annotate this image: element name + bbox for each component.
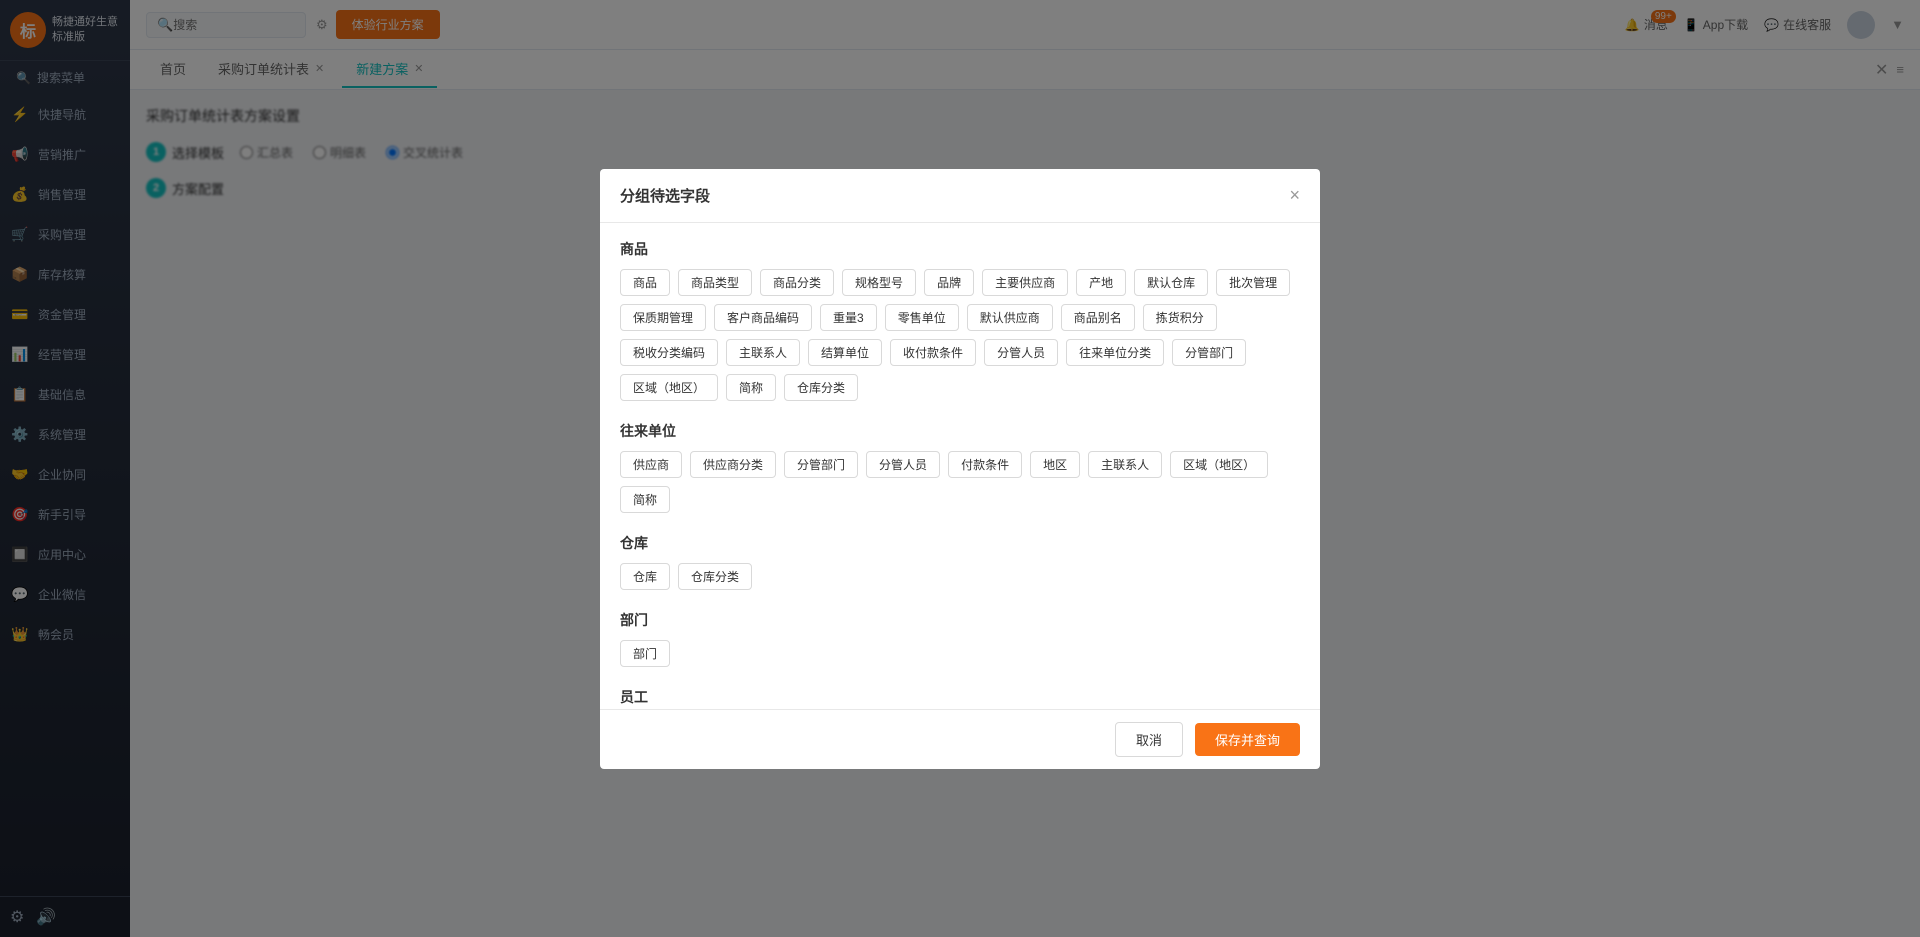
modal-header: 分组待选字段 × (600, 169, 1320, 223)
field-tag-品牌[interactable]: 品牌 (924, 269, 974, 296)
section-title-department: 部门 (620, 610, 1300, 630)
field-tag-供应商分类[interactable]: 供应商分类 (690, 451, 776, 478)
save-query-button[interactable]: 保存并查询 (1195, 723, 1300, 756)
section-employee: 员工业务员 (620, 687, 1300, 709)
field-tag-供应商[interactable]: 供应商 (620, 451, 682, 478)
field-tag-仓库分类[interactable]: 仓库分类 (784, 374, 858, 401)
field-tag-重量3[interactable]: 重量3 (820, 304, 877, 331)
section-warehouse: 仓库仓库仓库分类 (620, 533, 1300, 590)
field-tag-仓库分类[interactable]: 仓库分类 (678, 563, 752, 590)
field-tag-简称[interactable]: 简称 (620, 486, 670, 513)
section-title-goods: 商品 (620, 239, 1300, 259)
field-tag-商品[interactable]: 商品 (620, 269, 670, 296)
cancel-button[interactable]: 取消 (1115, 722, 1183, 757)
section-partner: 往来单位供应商供应商分类分管部门分管人员付款条件地区主联系人区域（地区） 简称 (620, 421, 1300, 513)
field-tag-简称[interactable]: 简称 (726, 374, 776, 401)
field-tag-商品类型[interactable]: 商品类型 (678, 269, 752, 296)
field-tag-区域（地区）[interactable]: 区域（地区） (1170, 451, 1268, 478)
modal-close-button[interactable]: × (1289, 185, 1300, 206)
field-tag-商品别名[interactable]: 商品别名 (1061, 304, 1135, 331)
section-department: 部门部门 (620, 610, 1300, 667)
field-tag-主联系人[interactable]: 主联系人 (726, 339, 800, 366)
section-title-warehouse: 仓库 (620, 533, 1300, 553)
section-title-employee: 员工 (620, 687, 1300, 707)
field-tag-分管部门[interactable]: 分管部门 (784, 451, 858, 478)
field-tag-分管部门[interactable]: 分管部门 (1172, 339, 1246, 366)
section-title-partner: 往来单位 (620, 421, 1300, 441)
field-tag-主联系人[interactable]: 主联系人 (1088, 451, 1162, 478)
field-tags-goods: 商品商品类型商品分类规格型号品牌主要供应商产地默认仓库批次管理保质期管理客户商品… (620, 269, 1300, 401)
section-goods: 商品商品商品类型商品分类规格型号品牌主要供应商产地默认仓库批次管理保质期管理客户… (620, 239, 1300, 401)
field-tag-仓库[interactable]: 仓库 (620, 563, 670, 590)
field-tag-付款条件[interactable]: 付款条件 (948, 451, 1022, 478)
field-tag-区域（地区）[interactable]: 区域（地区） (620, 374, 718, 401)
field-tag-部门[interactable]: 部门 (620, 640, 670, 667)
modal-footer: 取消 保存并查询 (600, 709, 1320, 769)
field-tags-partner: 供应商供应商分类分管部门分管人员付款条件地区主联系人区域（地区） 简称 (620, 451, 1300, 513)
modal-body: 商品商品商品类型商品分类规格型号品牌主要供应商产地默认仓库批次管理保质期管理客户… (600, 223, 1320, 709)
field-tag-客户商品编码[interactable]: 客户商品编码 (714, 304, 812, 331)
field-tags-department: 部门 (620, 640, 1300, 667)
modal-dialog: 分组待选字段 × 商品商品商品类型商品分类规格型号品牌主要供应商产地默认仓库批次… (600, 169, 1320, 769)
field-tag-默认供应商[interactable]: 默认供应商 (967, 304, 1053, 331)
field-tag-主要供应商[interactable]: 主要供应商 (982, 269, 1068, 296)
field-tag-拣货积分[interactable]: 拣货积分 (1143, 304, 1217, 331)
field-tag-产地[interactable]: 产地 (1076, 269, 1126, 296)
field-tag-地区[interactable]: 地区 (1030, 451, 1080, 478)
field-tag-默认仓库[interactable]: 默认仓库 (1134, 269, 1208, 296)
field-tag-往来单位分类[interactable]: 往来单位分类 (1066, 339, 1164, 366)
field-tag-税收分类编码[interactable]: 税收分类编码 (620, 339, 718, 366)
field-tag-保质期管理[interactable]: 保质期管理 (620, 304, 706, 331)
modal-title: 分组待选字段 (620, 185, 710, 206)
field-tag-收付款条件[interactable]: 收付款条件 (890, 339, 976, 366)
field-tag-批次管理[interactable]: 批次管理 (1216, 269, 1290, 296)
modal-overlay: 分组待选字段 × 商品商品商品类型商品分类规格型号品牌主要供应商产地默认仓库批次… (0, 0, 1920, 937)
field-tag-分管人员[interactable]: 分管人员 (866, 451, 940, 478)
field-tag-商品分类[interactable]: 商品分类 (760, 269, 834, 296)
field-tag-分管人员[interactable]: 分管人员 (984, 339, 1058, 366)
field-tags-warehouse: 仓库仓库分类 (620, 563, 1300, 590)
field-tag-规格型号[interactable]: 规格型号 (842, 269, 916, 296)
field-tag-零售单位[interactable]: 零售单位 (885, 304, 959, 331)
field-tag-结算单位[interactable]: 结算单位 (808, 339, 882, 366)
